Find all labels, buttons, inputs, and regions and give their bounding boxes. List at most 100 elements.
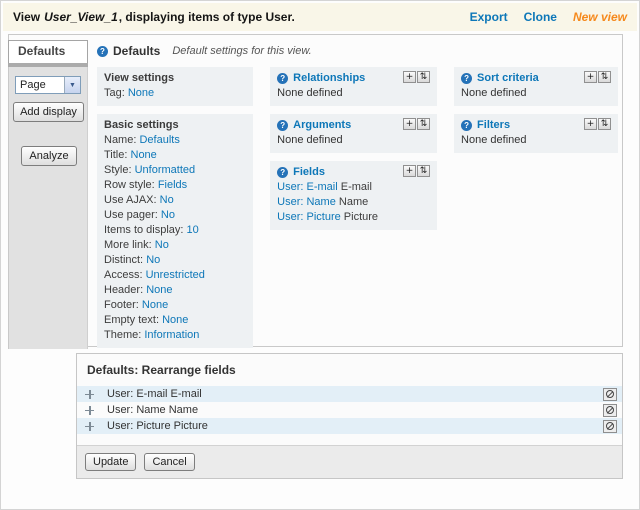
panel-header: ? Defaults Default settings for this vie… xyxy=(97,44,618,58)
sort-criteria-link[interactable]: Sort criteria xyxy=(477,71,539,86)
rearrange-icon[interactable]: ⇅ xyxy=(598,118,611,130)
setting-value-link[interactable]: 10 xyxy=(187,224,199,236)
setting-label: Title: xyxy=(104,149,128,161)
analyze-button[interactable]: Analyze xyxy=(21,146,77,166)
add-icon[interactable]: + xyxy=(584,118,597,130)
basic-settings-title: Basic settings xyxy=(104,119,179,131)
remove-icon xyxy=(606,390,614,398)
export-link[interactable]: Export xyxy=(470,10,508,24)
help-icon[interactable]: ? xyxy=(277,73,289,84)
settings-columns: View settings Tag: None Basic settings N… xyxy=(97,67,618,356)
setting-value-link[interactable]: None xyxy=(146,284,172,296)
display-type-value: Page xyxy=(20,79,46,91)
setting-value-link[interactable]: No xyxy=(155,239,169,251)
rearrange-icon[interactable]: ⇅ xyxy=(417,165,431,177)
sort-criteria-empty: None defined xyxy=(461,87,527,99)
sort-criteria-actions: + ⇅ xyxy=(584,71,611,83)
setting-value-link[interactable]: None xyxy=(128,87,154,99)
rearrange-icon[interactable]: ⇅ xyxy=(417,118,431,130)
relationships-actions: + ⇅ xyxy=(403,71,431,83)
setting-value-link[interactable]: Unrestricted xyxy=(146,269,205,281)
table-row: User: Name Name xyxy=(77,402,622,418)
field-link[interactable]: User: Name xyxy=(277,196,336,208)
arguments-box: ? Arguments + ⇅ None defined xyxy=(270,114,438,153)
relationships-header: ? Relationships + ⇅ xyxy=(277,71,431,86)
help-icon[interactable]: ? xyxy=(461,120,473,131)
relationships-empty: None defined xyxy=(277,87,343,99)
setting-value-link[interactable]: None xyxy=(131,149,157,161)
add-icon[interactable]: + xyxy=(403,71,417,83)
update-button[interactable]: Update xyxy=(85,453,137,471)
setting-value-link[interactable]: Defaults xyxy=(139,134,179,146)
setting-value-link[interactable]: No xyxy=(160,194,174,206)
remove-button[interactable] xyxy=(603,419,617,433)
table-row: User: Picture Picture xyxy=(77,418,622,434)
setting-label: Tag: xyxy=(104,87,125,99)
setting-theme: Theme: Information xyxy=(104,328,246,343)
drag-handle-icon[interactable] xyxy=(85,405,94,415)
setting-label: Header: xyxy=(104,284,144,296)
form-actions: Update Cancel xyxy=(77,445,622,478)
setting-use-pager: Use pager: No xyxy=(104,208,246,223)
setting-value-link[interactable]: Information xyxy=(144,329,199,341)
add-icon[interactable]: + xyxy=(584,71,597,83)
fields-header: ? Fields + ⇅ xyxy=(277,165,431,180)
arguments-link[interactable]: Arguments xyxy=(293,118,351,133)
arguments-actions: + ⇅ xyxy=(403,118,431,130)
fields-link[interactable]: Fields xyxy=(293,165,325,180)
drag-handle-icon[interactable] xyxy=(85,389,94,399)
help-icon[interactable]: ? xyxy=(461,73,473,84)
rearrange-icon[interactable]: ⇅ xyxy=(417,71,431,83)
clone-link[interactable]: Clone xyxy=(524,10,557,24)
setting-value-link[interactable]: No xyxy=(146,254,160,266)
rearrange-icon[interactable]: ⇅ xyxy=(598,71,611,83)
setting-value-link[interactable]: None xyxy=(162,314,188,326)
field-row: User: Name Name xyxy=(277,195,430,210)
setting-style: Style: Unformatted xyxy=(104,163,246,178)
add-display-button[interactable]: Add display xyxy=(13,102,84,122)
help-icon[interactable]: ? xyxy=(277,120,289,131)
sort-criteria-header: ? Sort criteria + ⇅ xyxy=(461,71,611,86)
setting-empty-text: Empty text: None xyxy=(104,313,246,328)
chevron-down-icon: ▼ xyxy=(64,77,80,93)
filters-box: ? Filters + ⇅ None defined xyxy=(454,114,618,153)
view-title-bar: View User_View_1, displaying items of typ… xyxy=(3,3,637,31)
setting-use-ajax: Use AJAX: No xyxy=(104,193,246,208)
setting-value-link[interactable]: None xyxy=(142,299,168,311)
setting-label: Row style: xyxy=(104,179,155,191)
field-suffix: Name xyxy=(338,196,369,208)
setting-more-link: More link: No xyxy=(104,238,246,253)
remove-icon xyxy=(606,406,614,414)
setting-items-to-display: Items to display: 10 xyxy=(104,223,246,238)
help-icon[interactable]: ? xyxy=(97,45,108,57)
drag-handle-icon[interactable] xyxy=(85,421,94,431)
field-link[interactable]: User: Picture xyxy=(277,211,341,223)
fields-actions: + ⇅ xyxy=(403,165,431,177)
help-icon[interactable]: ? xyxy=(277,167,289,178)
setting-row-style: Row style: Fields xyxy=(104,178,246,193)
view-settings-box: View settings Tag: None xyxy=(97,67,254,106)
setting-label: Name: xyxy=(104,134,137,146)
remove-button[interactable] xyxy=(603,387,617,401)
tab-defaults[interactable]: Defaults xyxy=(8,40,88,63)
new-view-link[interactable]: New view xyxy=(573,10,627,24)
basic-settings-box: Basic settings Name: Defaults Title: Non… xyxy=(97,114,254,348)
add-icon[interactable]: + xyxy=(403,165,417,177)
setting-value-link[interactable]: Unformatted xyxy=(135,164,196,176)
field-row: User: Picture Picture xyxy=(277,210,430,225)
setting-value-link[interactable]: No xyxy=(161,209,175,221)
setting-value-link[interactable]: Fields xyxy=(158,179,187,191)
remove-button[interactable] xyxy=(603,403,617,417)
relationships-link[interactable]: Relationships xyxy=(293,71,365,86)
cancel-button[interactable]: Cancel xyxy=(144,453,195,471)
arguments-header: ? Arguments + ⇅ xyxy=(277,118,431,133)
add-icon[interactable]: + xyxy=(403,118,417,130)
display-sidebar: Page ▼ Add display Analyze xyxy=(8,67,88,349)
field-suffix: Picture xyxy=(343,211,379,223)
page-title: View User_View_1, displaying items of typ… xyxy=(13,10,295,24)
display-type-select[interactable]: Page ▼ xyxy=(15,76,81,94)
row-label: User: E-mail E-mail xyxy=(107,388,202,400)
filters-link[interactable]: Filters xyxy=(477,118,510,133)
setting-label: Use AJAX: xyxy=(104,194,157,206)
field-link[interactable]: User: E-mail xyxy=(277,181,338,193)
